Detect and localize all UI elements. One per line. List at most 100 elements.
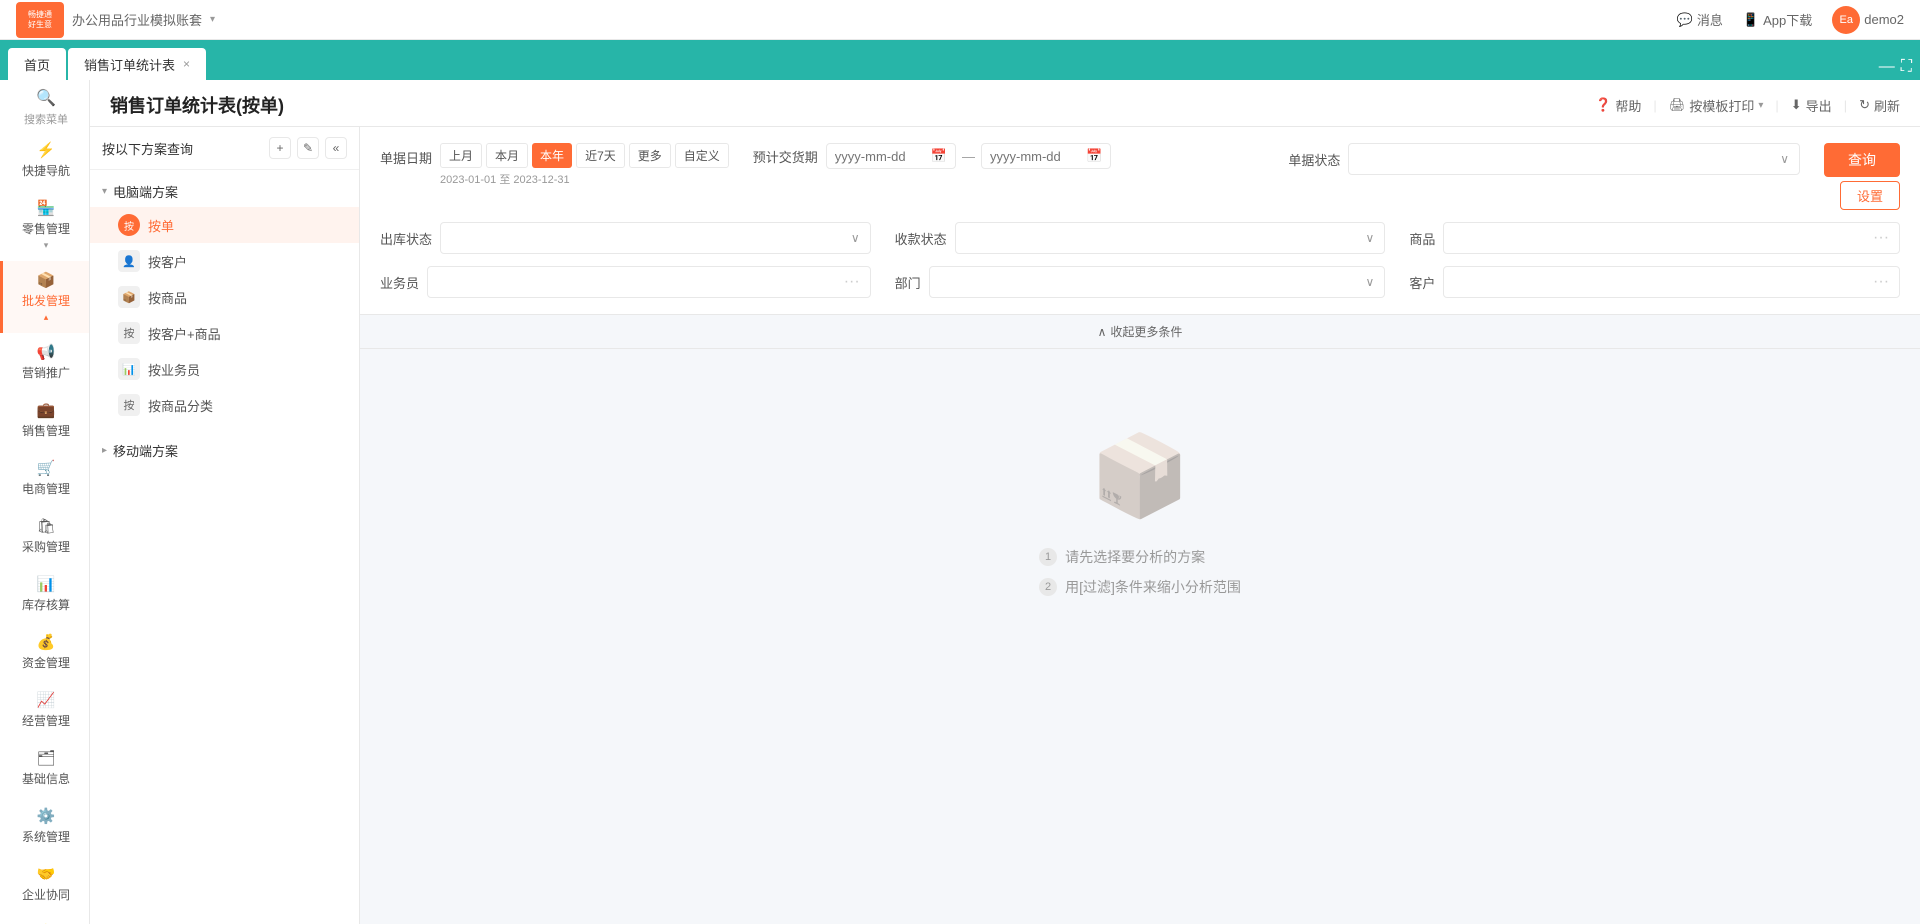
tab-maximize-icon[interactable]: ⛶ [1901,58,1912,76]
scheme-by-customer[interactable]: 👤 按客户 [90,243,359,279]
sidebar-item-ecommerce[interactable]: 🛒 电商管理 [0,449,89,507]
order-status-group: 单据状态 ∨ [1288,143,1800,175]
separator3: | [1844,98,1847,113]
app-download-btn[interactable]: 📱 App下载 [1743,10,1812,29]
left-panel: 按以下方案查询 + ✎ « ▾ 电脑端方案 按 [90,127,360,924]
tab-sales-order[interactable]: 销售订单统计表 × [68,48,206,80]
logo: 畅捷通 好生意 [16,2,64,38]
sidebar-item-system[interactable]: ⚙️ 系统管理 [0,797,89,855]
btn-last-7days[interactable]: 近7天 [576,143,625,168]
by-order-icon: 按 [118,214,140,236]
pc-scheme-parent[interactable]: ▾ 电脑端方案 [90,176,359,207]
system-icon: ⚙️ [37,807,56,825]
date-filter-group: 单据日期 上月 本月 本年 近7天 更多 自定义 [380,143,729,187]
scheme-by-customer-product[interactable]: 按 按客户+商品 [90,315,359,351]
help-icon: ❓ [1595,97,1611,113]
sidebar-item-enterprise[interactable]: 🤝 企业协同 [0,855,89,913]
tab-minimize-icon[interactable]: — [1879,58,1895,76]
delivery-start-input[interactable]: 📅 [826,143,956,169]
message-btn[interactable]: 💬 消息 [1677,10,1723,29]
main-layout: 🔍 搜索菜单 ⚡ 快捷导航 🏪 零售管理 ▾ 📦 批发管理 ▴ 📢 营销推广 💼… [0,80,1920,924]
collapse-bar[interactable]: ∧ 收起更多条件 [360,315,1920,349]
by-category-icon: 按 [118,394,140,416]
customer-more-icon: ··· [1873,273,1889,291]
sidebar-item-newbie[interactable]: 🌟 新手引导 [0,913,89,924]
btn-this-year[interactable]: 本年 [532,143,572,168]
sidebar-item-finance[interactable]: 💰 资金管理 [0,623,89,681]
download-icon: 📱 [1743,12,1759,28]
salesperson-select[interactable]: ··· [427,266,871,298]
marketing-icon: 📢 [37,343,56,361]
tab-home-label: 首页 [24,55,50,74]
delivery-end-input[interactable]: 📅 [981,143,1111,169]
user-menu[interactable]: Ea demo2 [1832,6,1904,34]
scheme-by-product[interactable]: 📦 按商品 [90,279,359,315]
department-label: 部门 [895,273,921,292]
sidebar-item-operations[interactable]: 📈 经营管理 [0,681,89,739]
payment-status-select[interactable]: ∨ [955,222,1386,254]
help-btn[interactable]: ❓ 帮助 [1595,96,1641,115]
page-actions: ❓ 帮助 | 🖨 按模板打印 ▾ | ⬇ 导出 | ↻ 刷新 [1595,96,1900,115]
edit-scheme-btn[interactable]: ✎ [297,137,319,159]
sidebar-wholesale-label: 批发管理 [22,292,70,309]
mobile-scheme-parent[interactable]: ▸ 移动端方案 [90,435,359,466]
order-status-select[interactable]: ∨ [1348,143,1800,175]
tab-close-icon[interactable]: × [183,57,190,71]
app-download-label: App下载 [1763,10,1812,29]
order-status-arrow-icon: ∨ [1780,152,1789,166]
by-category-label: 按商品分类 [148,396,213,415]
add-scheme-btn[interactable]: + [269,137,291,159]
date-label: 单据日期 [380,143,432,167]
print-btn[interactable]: 🖨 按模板打印 ▾ [1669,96,1764,115]
export-btn[interactable]: ⬇ 导出 [1791,96,1832,115]
settings-btn[interactable]: 设置 [1840,181,1900,210]
delivery-start-field[interactable] [835,149,925,164]
delivery-end-field[interactable] [990,149,1080,164]
tab-home[interactable]: 首页 [8,48,66,80]
user-label: demo2 [1864,12,1904,27]
btn-custom-date[interactable]: 自定义 [675,143,729,168]
scheme-by-category[interactable]: 按 按商品分类 [90,387,359,423]
btn-last-month[interactable]: 上月 [440,143,482,168]
by-customer-icon: 👤 [118,250,140,272]
shipment-arrow-icon: ∨ [851,231,860,245]
shipment-status-select[interactable]: ∨ [440,222,871,254]
scheme-by-salesperson[interactable]: 📊 按业务员 [90,351,359,387]
product-select[interactable]: ··· [1443,222,1900,254]
page-title: 销售订单统计表(按单) [110,92,284,118]
product-label: 商品 [1409,229,1435,248]
customer-select[interactable]: ··· [1443,266,1900,298]
sidebar-item-retail[interactable]: 🏪 零售管理 ▾ [0,189,89,261]
filter-row-2: 出库状态 ∨ 收款状态 ∨ [380,222,1900,254]
customer-group: 客户 ··· [1409,266,1900,298]
sidebar-item-basic[interactable]: 🗂 基础信息 [0,739,89,797]
btn-more-date[interactable]: 更多 [629,143,671,168]
sidebar-item-wholesale[interactable]: 📦 批发管理 ▴ [0,261,89,333]
estimated-delivery-label: 预计交货期 [753,147,818,166]
avatar: Ea [1832,6,1860,34]
collapse-panel-btn[interactable]: « [325,137,347,159]
btn-this-month[interactable]: 本月 [486,143,528,168]
refresh-btn[interactable]: ↻ 刷新 [1859,96,1900,115]
app-dropdown-icon[interactable]: ▾ [210,14,215,25]
department-select[interactable]: ∨ [929,266,1386,298]
sidebar-inventory-label: 库存核算 [22,596,70,613]
sidebar-item-search[interactable]: 🔍 搜索菜单 [0,80,89,131]
shipment-status-label: 出库状态 [380,229,432,248]
export-label: 导出 [1806,96,1832,115]
query-btn[interactable]: 查询 [1824,143,1900,177]
sidebar-finance-label: 资金管理 [22,654,70,671]
sidebar-item-sales[interactable]: 💼 销售管理 [0,391,89,449]
sidebar-item-purchase[interactable]: 🛍 采购管理 [0,507,89,565]
wholesale-arrow-icon: ▴ [44,312,49,323]
sidebar-item-marketing[interactable]: 📢 营销推广 [0,333,89,391]
calendar-end-icon: 📅 [1086,148,1102,164]
mobile-scheme-label: 移动端方案 [113,441,178,460]
sidebar-item-quick-nav[interactable]: ⚡ 快捷导航 [0,131,89,189]
print-icon: 🖨 [1669,97,1686,113]
sidebar-quick-nav-label: 快捷导航 [22,162,70,179]
sidebar-operations-label: 经营管理 [22,712,70,729]
scheme-by-order[interactable]: 按 按单 [90,207,359,243]
sidebar-item-inventory[interactable]: 📊 库存核算 [0,565,89,623]
tab-bar: 首页 销售订单统计表 × — ⛶ [0,40,1920,80]
